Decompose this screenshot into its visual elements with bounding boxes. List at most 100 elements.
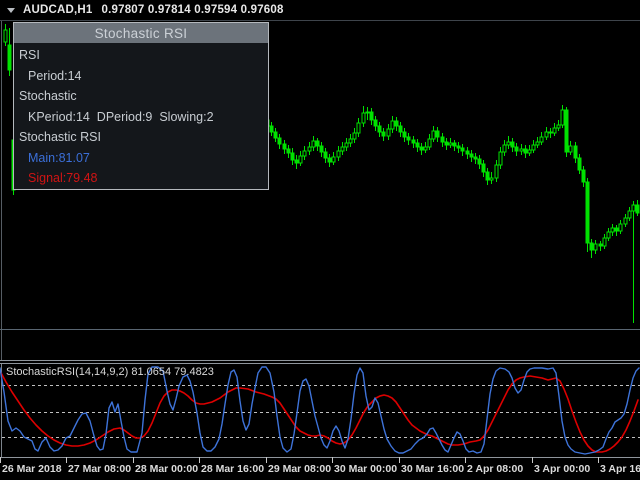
stochrsi-main-line bbox=[0, 366, 640, 455]
panel-body: RSI Period:14 Stochastic KPeriod:14 DPeriod… bbox=[14, 43, 268, 189]
candle-body bbox=[485, 171, 490, 181]
candle-body bbox=[402, 131, 407, 138]
candle-body bbox=[323, 151, 328, 159]
candle-body bbox=[390, 120, 395, 130]
candle-body bbox=[294, 159, 299, 164]
page-title: AUDCAD,H1 0.97807 0.97814 0.97594 0.97608 bbox=[23, 4, 284, 16]
candle-body bbox=[627, 210, 632, 219]
candle-body bbox=[431, 130, 436, 140]
candle-body bbox=[290, 152, 295, 161]
panel-line: Stochastic RSI bbox=[19, 130, 101, 144]
time-axis-label: 3 Apr 16:00 bbox=[600, 463, 640, 475]
candle-body bbox=[282, 143, 287, 150]
candle-body bbox=[535, 141, 540, 146]
candle-body bbox=[311, 140, 316, 148]
panel-header: Stochastic RSI bbox=[14, 23, 268, 43]
candle-body bbox=[556, 124, 561, 129]
candle-body bbox=[564, 109, 569, 153]
candle-body bbox=[598, 243, 603, 247]
panel-line: Signal:79.48 bbox=[28, 171, 98, 185]
candle-body bbox=[361, 112, 366, 124]
candle-body bbox=[539, 136, 544, 143]
candle-body bbox=[544, 131, 549, 138]
candle-body bbox=[406, 136, 411, 141]
candle-body bbox=[365, 111, 370, 114]
candle-body bbox=[502, 144, 507, 153]
mt4-chart-window: AUDCAD,H1 0.97807 0.97814 0.97594 0.97608… bbox=[0, 0, 640, 480]
panel-line: Period:14 bbox=[28, 68, 82, 83]
indicator-info-panel: Stochastic RSI RSI Period:14 Stochastic KPe… bbox=[13, 22, 269, 190]
title-divider bbox=[0, 20, 640, 21]
chart-title-bar: AUDCAD,H1 0.97807 0.97814 0.97594 0.97608 bbox=[0, 0, 640, 20]
candle-body bbox=[398, 125, 403, 133]
candle-body bbox=[531, 144, 536, 151]
candle-body bbox=[552, 127, 557, 134]
time-axis-label: 30 Mar 16:00 bbox=[401, 463, 465, 475]
candle-body bbox=[510, 141, 515, 148]
candle-body bbox=[506, 141, 511, 146]
candle-body bbox=[523, 148, 528, 154]
candle-body bbox=[494, 164, 499, 179]
candle-body bbox=[456, 145, 461, 149]
candle-body bbox=[386, 128, 391, 137]
panel-line: Main:81.07 bbox=[28, 150, 90, 165]
candle-body bbox=[514, 146, 519, 152]
candle-body bbox=[573, 145, 578, 159]
candle-body bbox=[585, 181, 590, 244]
candle-body bbox=[606, 231, 611, 239]
candle-body bbox=[444, 141, 449, 146]
candle-body bbox=[593, 243, 598, 251]
candle-body bbox=[581, 169, 586, 183]
time-axis-label: 28 Mar 00:00 bbox=[135, 463, 199, 475]
time-axis-label: 28 Mar 16:00 bbox=[201, 463, 265, 475]
candle-body bbox=[340, 146, 345, 152]
candle-body bbox=[273, 131, 278, 139]
candle-body bbox=[331, 156, 336, 163]
candle-body bbox=[427, 138, 432, 148]
candle-body bbox=[415, 142, 420, 148]
candle-body bbox=[356, 122, 361, 134]
candle-body bbox=[411, 139, 416, 144]
candle-body bbox=[394, 120, 399, 127]
candle-body bbox=[568, 145, 573, 153]
candle-body bbox=[3, 29, 8, 43]
time-axis-label: 30 Mar 00:00 bbox=[334, 463, 398, 475]
chevron-down-icon[interactable] bbox=[7, 8, 15, 13]
candle-body bbox=[423, 146, 428, 151]
symbol-period-label: AUDCAD,H1 bbox=[23, 4, 93, 16]
candle-body bbox=[469, 153, 474, 158]
candle-body bbox=[419, 146, 424, 151]
panel-line: KPeriod:14 DPeriod:9 Slowing:2 bbox=[28, 109, 214, 124]
time-axis-label: 3 Apr 00:00 bbox=[534, 463, 591, 475]
candle-body bbox=[435, 130, 440, 138]
candle-body bbox=[440, 136, 445, 143]
time-axis-label: 29 Mar 08:00 bbox=[268, 463, 332, 475]
candle-body bbox=[473, 156, 478, 160]
candle-body bbox=[498, 151, 503, 166]
candle-body bbox=[481, 163, 486, 173]
candle-body bbox=[319, 145, 324, 153]
candle-body bbox=[631, 204, 636, 212]
candle-body bbox=[527, 149, 532, 154]
subwindow-indicator-label: StochasticRSI(14,14,9,2) 81.0654 79.4823 bbox=[6, 366, 214, 378]
candle-body bbox=[548, 131, 553, 134]
candle-body bbox=[373, 119, 378, 127]
candle-body bbox=[577, 157, 582, 171]
candle-body bbox=[381, 131, 386, 137]
candle-body bbox=[452, 142, 457, 147]
candle-body bbox=[7, 44, 12, 71]
candle-body bbox=[623, 217, 628, 225]
candle-body bbox=[519, 148, 524, 152]
candle-body bbox=[448, 142, 453, 146]
candle-body bbox=[560, 109, 565, 126]
candle-body bbox=[618, 223, 623, 232]
candle-body bbox=[369, 111, 374, 121]
time-axis-label: 2 Apr 08:00 bbox=[467, 463, 524, 475]
candle-body bbox=[377, 125, 382, 133]
candle-body bbox=[589, 242, 594, 251]
candle-body bbox=[344, 142, 349, 148]
candle-body bbox=[460, 147, 465, 152]
candle-body bbox=[635, 204, 640, 214]
candle-body bbox=[610, 227, 615, 233]
candle-body bbox=[352, 132, 357, 140]
